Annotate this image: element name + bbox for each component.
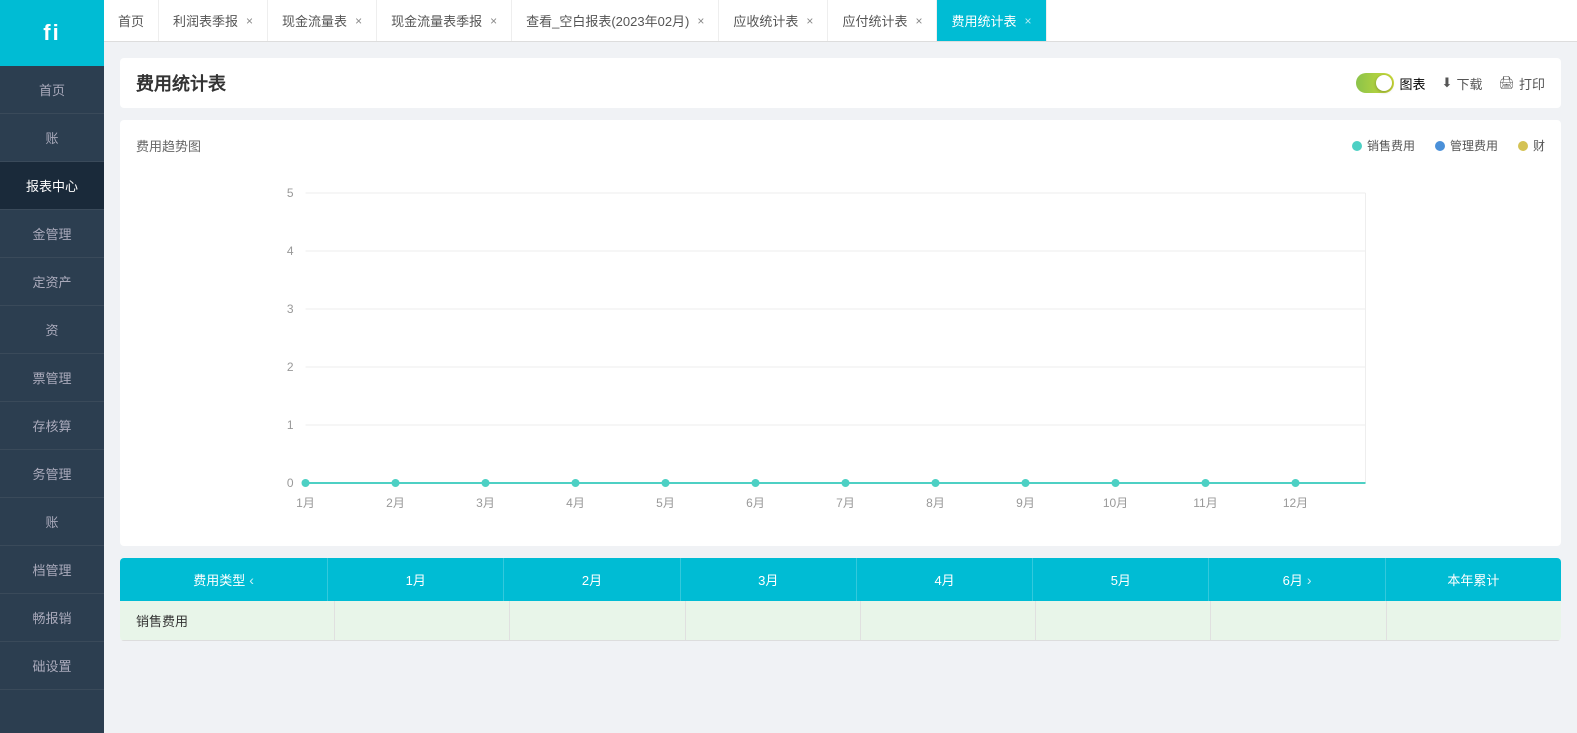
tab-close-blank-report[interactable]: × bbox=[697, 14, 704, 28]
tab-cashflow-season[interactable]: 现金流量表季报 × bbox=[377, 0, 512, 42]
chart-title: 费用趋势图 bbox=[136, 136, 201, 155]
tab-payable[interactable]: 应付统计表 × bbox=[828, 0, 937, 42]
th-m6: 6月 › bbox=[1209, 558, 1385, 601]
toggle-knob bbox=[1376, 75, 1392, 91]
svg-text:6月: 6月 bbox=[746, 496, 765, 510]
legend-dot-finance bbox=[1518, 141, 1528, 151]
chart-header: 费用趋势图 销售费用 管理费用 财 bbox=[136, 136, 1545, 155]
legend-finance: 财 bbox=[1518, 137, 1545, 154]
td-m6-0 bbox=[1211, 601, 1386, 640]
sidebar-item-refund[interactable]: 畅报销 bbox=[0, 594, 104, 642]
th-m4: 4月 bbox=[857, 558, 1033, 601]
svg-text:10月: 10月 bbox=[1103, 496, 1128, 510]
main-area: 首页 利润表季报 × 现金流量表 × 现金流量表季报 × 查看_空白报表(202… bbox=[104, 0, 1577, 733]
legend-dot-manage bbox=[1435, 141, 1445, 151]
tab-bar: 首页 利润表季报 × 现金流量表 × 现金流量表季报 × 查看_空白报表(202… bbox=[104, 0, 1577, 42]
sidebar-item-account[interactable]: 账 bbox=[0, 114, 104, 162]
td-m2-0 bbox=[510, 601, 685, 640]
print-icon: 🖨 bbox=[1498, 75, 1515, 91]
chart-legend: 销售费用 管理费用 财 bbox=[1352, 137, 1545, 154]
sidebar-logo: fi bbox=[0, 0, 104, 66]
sidebar-item-report[interactable]: 报表中心 bbox=[0, 162, 104, 210]
chart-toggle[interactable] bbox=[1356, 73, 1394, 93]
table-header: 费用类型 ‹ 1月 2月 3月 4月 5月 bbox=[120, 558, 1561, 601]
nav-arrow-left[interactable]: ‹ bbox=[249, 572, 254, 588]
td-m3-0 bbox=[686, 601, 861, 640]
sidebar-item-home[interactable]: 首页 bbox=[0, 66, 104, 114]
content-area: 费用统计表 图表 ⬇ 下载 🖨 打印 bbox=[104, 42, 1577, 733]
sidebar-item-ledger[interactable]: 账 bbox=[0, 498, 104, 546]
legend-manage: 管理费用 bbox=[1435, 137, 1498, 154]
svg-text:8月: 8月 bbox=[926, 496, 945, 510]
td-m1-0 bbox=[335, 601, 510, 640]
tab-cashflow[interactable]: 现金流量表 × bbox=[268, 0, 377, 42]
tab-home[interactable]: 首页 bbox=[104, 0, 159, 42]
th-m3: 3月 bbox=[681, 558, 857, 601]
svg-text:3: 3 bbox=[287, 302, 294, 316]
td-m5-0 bbox=[1036, 601, 1211, 640]
sidebar-item-cash[interactable]: 金管理 bbox=[0, 210, 104, 258]
sidebar-item-service[interactable]: 务管理 bbox=[0, 450, 104, 498]
th-m5: 5月 bbox=[1033, 558, 1209, 601]
sidebar: fi 首页 账 报表中心 金管理 定资产 资 票管理 存核算 务管理 账 档管理… bbox=[0, 0, 104, 733]
download-icon: ⬇ bbox=[1442, 75, 1453, 91]
svg-text:7月: 7月 bbox=[836, 496, 855, 510]
tab-expense[interactable]: 费用统计表 × bbox=[937, 0, 1046, 42]
chart-toggle-label: 图表 bbox=[1400, 74, 1426, 93]
svg-text:1月: 1月 bbox=[296, 496, 315, 510]
tab-close-expense[interactable]: × bbox=[1024, 14, 1031, 28]
tab-close-profit[interactable]: × bbox=[246, 14, 253, 28]
svg-text:2月: 2月 bbox=[386, 496, 405, 510]
td-ytd-0 bbox=[1387, 601, 1561, 640]
svg-text:5: 5 bbox=[287, 186, 294, 200]
tab-close-payable[interactable]: × bbox=[915, 14, 922, 28]
svg-text:4: 4 bbox=[287, 244, 294, 258]
tab-close-cashflow[interactable]: × bbox=[355, 14, 362, 28]
sidebar-item-invoice[interactable]: 票管理 bbox=[0, 354, 104, 402]
tab-close-receivable[interactable]: × bbox=[806, 14, 813, 28]
td-m4-0 bbox=[861, 601, 1036, 640]
page-header: 费用统计表 图表 ⬇ 下载 🖨 打印 bbox=[120, 58, 1561, 108]
svg-text:2: 2 bbox=[287, 360, 294, 374]
trend-chart: 5 4 3 2 1 0 bbox=[136, 167, 1545, 527]
expense-table: 费用类型 ‹ 1月 2月 3月 4月 5月 bbox=[120, 558, 1561, 641]
legend-sales: 销售费用 bbox=[1352, 137, 1415, 154]
sidebar-item-assets[interactable]: 定资产 bbox=[0, 258, 104, 306]
tab-blank-report[interactable]: 查看_空白报表(2023年02月) × bbox=[512, 0, 719, 42]
table-row: 销售费用 bbox=[120, 601, 1561, 641]
sidebar-item-archive[interactable]: 档管理 bbox=[0, 546, 104, 594]
tab-receivable[interactable]: 应收统计表 × bbox=[719, 0, 828, 42]
th-ytd: 本年累计 bbox=[1386, 558, 1561, 601]
sidebar-item-invest[interactable]: 资 bbox=[0, 306, 104, 354]
print-button[interactable]: 🖨 打印 bbox=[1498, 74, 1545, 93]
svg-text:12月: 12月 bbox=[1283, 496, 1308, 510]
tab-close-cashflow-season[interactable]: × bbox=[490, 14, 497, 28]
chart-svg-wrap: 5 4 3 2 1 0 bbox=[136, 167, 1545, 530]
svg-text:11月: 11月 bbox=[1193, 496, 1217, 510]
tab-profit[interactable]: 利润表季报 × bbox=[159, 0, 268, 42]
td-type-0: 销售费用 bbox=[120, 601, 335, 640]
svg-text:1: 1 bbox=[287, 418, 294, 432]
svg-text:9月: 9月 bbox=[1016, 496, 1035, 510]
chart-card: 费用趋势图 销售费用 管理费用 财 bbox=[120, 120, 1561, 546]
legend-dot-sales bbox=[1352, 141, 1362, 151]
header-actions: 图表 ⬇ 下载 🖨 打印 bbox=[1356, 73, 1545, 93]
sidebar-item-inventory[interactable]: 存核算 bbox=[0, 402, 104, 450]
chart-toggle-wrap: 图表 bbox=[1356, 73, 1426, 93]
svg-text:5月: 5月 bbox=[656, 496, 675, 510]
nav-arrow-right[interactable]: › bbox=[1307, 572, 1312, 588]
svg-text:3月: 3月 bbox=[476, 496, 495, 510]
svg-text:0: 0 bbox=[287, 476, 294, 490]
download-button[interactable]: ⬇ 下载 bbox=[1442, 74, 1483, 93]
page-title: 费用统计表 bbox=[136, 70, 226, 96]
th-type: 费用类型 ‹ bbox=[120, 558, 328, 601]
th-m2: 2月 bbox=[504, 558, 680, 601]
th-m1: 1月 bbox=[328, 558, 504, 601]
sidebar-item-settings[interactable]: 础设置 bbox=[0, 642, 104, 690]
svg-text:4月: 4月 bbox=[566, 496, 585, 510]
